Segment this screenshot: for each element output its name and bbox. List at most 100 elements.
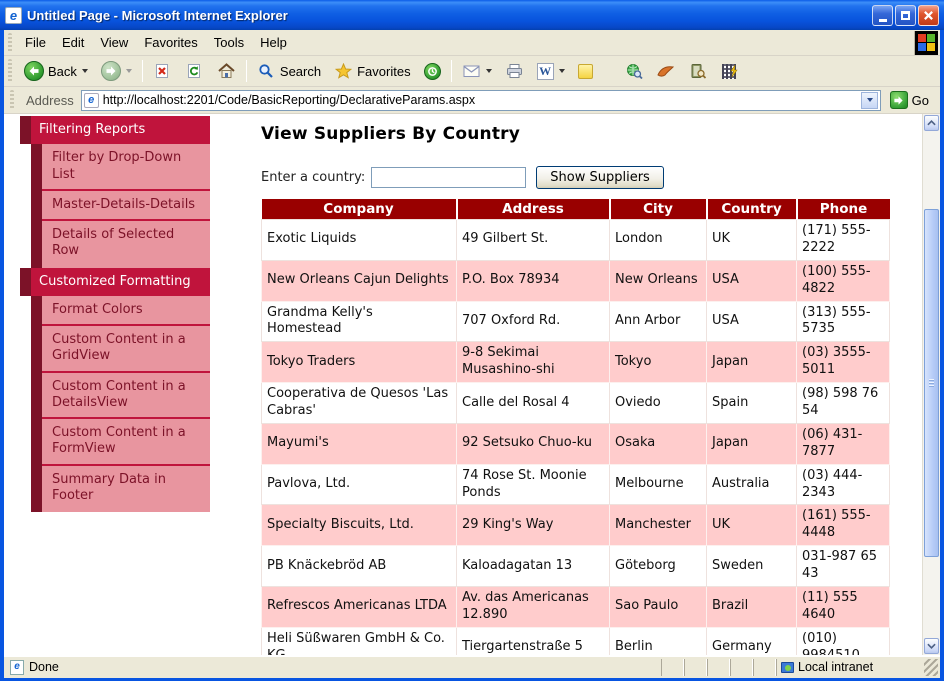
scroll-up-button[interactable] [924, 115, 939, 131]
maximize-button[interactable] [895, 5, 916, 26]
intranet-zone-icon [781, 662, 794, 673]
home-icon [217, 62, 236, 81]
table-cell: Tiergartenstraße 5 [457, 627, 610, 655]
edit-with-word-button[interactable]: W [531, 60, 571, 83]
go-label: Go [912, 93, 929, 108]
sidebar-group-items: Filter by Drop-Down ListMaster-Details-D… [31, 144, 210, 267]
close-button[interactable] [918, 5, 939, 26]
back-icon [24, 61, 44, 81]
table-cell: Germany [707, 627, 797, 655]
table-cell: PB Knäckebröd AB [262, 546, 457, 587]
table-cell: 92 Setsuko Chuo-ku [457, 423, 610, 464]
table-cell: London [610, 220, 707, 261]
sidebar-item[interactable]: Summary Data in Footer [42, 466, 210, 513]
table-cell: Japan [707, 423, 797, 464]
table-cell: Specialty Biscuits, Ltd. [262, 505, 457, 546]
table-header-row: CompanyAddressCityCountryPhone [262, 199, 890, 220]
country-form: Enter a country: Show Suppliers [261, 166, 910, 189]
sidebar-item[interactable]: Master-Details-Details [42, 191, 210, 221]
sidebar-group: Filtering ReportsFilter by Drop-Down Lis… [20, 116, 210, 268]
table-cell: Av. das Americanas 12.890 [457, 587, 610, 628]
sidebar-item[interactable]: Custom Content in a FormView [42, 419, 210, 466]
favorites-button[interactable]: Favorites [328, 59, 416, 84]
table-cell: USA [707, 301, 797, 342]
history-icon [424, 63, 441, 80]
show-suppliers-button[interactable]: Show Suppliers [536, 166, 664, 189]
sidebar-item[interactable]: Custom Content in a GridView [42, 326, 210, 373]
address-input[interactable]: e http://localhost:2201/Code/BasicReport… [81, 90, 881, 111]
country-input[interactable] [371, 167, 526, 188]
vertical-scrollbar[interactable] [922, 114, 940, 655]
window-frame: File Edit View Favorites Tools Help Back [0, 30, 944, 681]
address-dropdown-button[interactable] [861, 92, 878, 109]
status-bar: e Done Local intranet [4, 655, 940, 678]
mail-dropdown-icon[interactable] [486, 69, 492, 73]
print-button[interactable] [499, 59, 530, 84]
column-header[interactable]: Country [707, 199, 797, 220]
toolbar-gripper[interactable] [8, 59, 12, 83]
forward-button[interactable] [95, 58, 138, 84]
favorites-label: Favorites [357, 64, 410, 79]
back-dropdown-icon[interactable] [82, 69, 88, 73]
messenger-addon-button[interactable] [715, 59, 746, 84]
column-header[interactable]: Address [457, 199, 610, 220]
research-button[interactable] [619, 59, 650, 84]
table-cell: Cooperativa de Quesos 'Las Cabras' [262, 383, 457, 424]
menu-edit[interactable]: Edit [54, 31, 92, 54]
menu-help[interactable]: Help [252, 31, 295, 54]
table-cell: 031-987 65 43 [797, 546, 890, 587]
minimize-button[interactable] [872, 5, 893, 26]
refresh-button[interactable] [179, 59, 210, 84]
sidebar-item[interactable]: Filter by Drop-Down List [42, 144, 210, 191]
toolbar-separator [451, 60, 452, 82]
sidebar-group-label: Customized Formatting [31, 268, 210, 296]
table-row: Cooperativa de Quesos 'Las Cabras'Calle … [262, 383, 890, 424]
column-header[interactable]: Phone [797, 199, 890, 220]
sidebar-group-header[interactable]: Customized Formatting [20, 268, 210, 296]
search-button[interactable]: Search [251, 59, 327, 84]
table-row: New Orleans Cajun DelightsP.O. Box 78934… [262, 260, 890, 301]
sidebar-item[interactable]: Format Colors [42, 296, 210, 326]
table-row: Mayumi's92 Setsuko Chuo-kuOsakaJapan(06)… [262, 423, 890, 464]
column-header[interactable]: City [610, 199, 707, 220]
go-button[interactable]: Go [886, 89, 936, 111]
menu-file[interactable]: File [17, 31, 54, 54]
table-cell: (161) 555-4448 [797, 505, 890, 546]
menu-view[interactable]: View [92, 31, 136, 54]
menu-gripper[interactable] [8, 33, 12, 53]
forward-dropdown-icon[interactable] [126, 69, 132, 73]
stop-button[interactable] [147, 59, 178, 84]
home-button[interactable] [211, 59, 242, 84]
history-button[interactable] [418, 60, 447, 83]
mail-button[interactable] [456, 59, 498, 84]
resize-grip[interactable] [924, 659, 938, 676]
status-pane [684, 659, 707, 676]
menu-favorites[interactable]: Favorites [136, 31, 205, 54]
scrollbar-thumb[interactable] [924, 209, 939, 557]
maximize-icon [901, 11, 910, 20]
sidebar-item[interactable]: Custom Content in a DetailsView [42, 373, 210, 420]
address-gripper[interactable] [10, 90, 14, 111]
table-cell: Mayumi's [262, 423, 457, 464]
word-icon: W [537, 63, 554, 80]
status-pane [753, 659, 776, 676]
scroll-down-button[interactable] [924, 638, 939, 654]
status-pane [730, 659, 753, 676]
snagit-button[interactable] [651, 59, 682, 84]
sidebar-group-header[interactable]: Filtering Reports [20, 116, 210, 144]
sidebar-item[interactable]: Details of Selected Row [42, 221, 210, 268]
nav-indent-block [20, 116, 31, 144]
status-page-icon: e [10, 660, 24, 675]
table-cell: (171) 555-2222 [797, 220, 890, 261]
discuss-button[interactable] [572, 61, 599, 82]
menu-tools[interactable]: Tools [206, 31, 252, 54]
windows-logo-icon [914, 31, 938, 55]
column-header[interactable]: Company [262, 199, 457, 220]
edit-dropdown-icon[interactable] [559, 69, 565, 73]
back-button[interactable]: Back [18, 58, 94, 84]
mail-icon [462, 62, 481, 81]
notes-icon [578, 64, 593, 79]
table-cell: Heli Süßwaren GmbH & Co. KG [262, 627, 457, 655]
table-row: Heli Süßwaren GmbH & Co. KGTiergartenstr… [262, 627, 890, 655]
research-book-button[interactable] [683, 59, 714, 84]
